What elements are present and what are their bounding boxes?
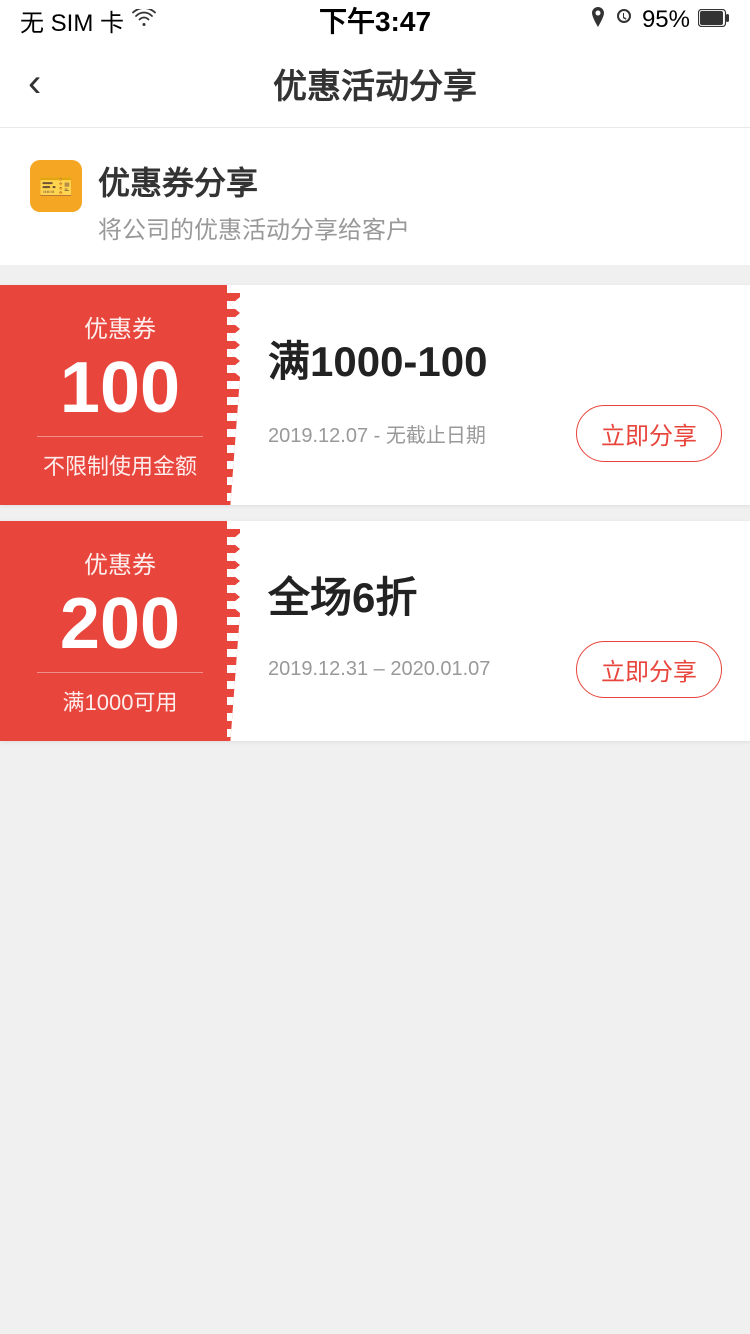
- coupon-amount-1: 100: [60, 352, 180, 424]
- coupon-divider-2: [37, 672, 203, 673]
- status-time: 下午3:47: [319, 0, 431, 40]
- nav-bar: ‹ 优惠活动分享: [0, 40, 750, 128]
- status-right: 95%: [590, 6, 730, 34]
- page-title: 优惠活动分享: [273, 59, 477, 108]
- section-icon: 🎫: [30, 160, 82, 212]
- coupon-name-2: 全场6折: [268, 564, 722, 625]
- section-title: 优惠券分享: [98, 158, 410, 204]
- coupon-amount-2: 200: [60, 588, 180, 660]
- share-button-2[interactable]: 立即分享: [576, 641, 722, 698]
- coupon-label-1: 优惠券: [84, 309, 156, 344]
- coupon-date-1: 2019.12.07 - 无截止日期: [268, 419, 564, 448]
- coupon-emoji-icon: 🎫: [39, 170, 74, 203]
- share-button-1[interactable]: 立即分享: [576, 405, 722, 462]
- battery-label: 95%: [642, 6, 690, 34]
- battery-icon: [698, 7, 730, 33]
- coupon-name-1: 满1000-100: [268, 328, 722, 389]
- wifi-icon: [132, 6, 156, 34]
- alarm-icon: [614, 7, 634, 33]
- coupon-left-1: 优惠券 100 不限制使用金额: [0, 285, 240, 505]
- coupon-bottom-row-1: 2019.12.07 - 无截止日期 立即分享: [268, 405, 722, 462]
- coupon-date-2: 2019.12.31 – 2020.01.07: [268, 658, 564, 681]
- coupon-left-2: 优惠券 200 满1000可用: [0, 521, 240, 741]
- carrier-label: 无 SIM 卡: [20, 3, 124, 38]
- coupon-right-2: 全场6折 2019.12.31 – 2020.01.07 立即分享: [240, 521, 750, 741]
- coupon-bottom-row-2: 2019.12.31 – 2020.01.07 立即分享: [268, 641, 722, 698]
- status-left: 无 SIM 卡: [20, 3, 156, 38]
- coupon-card-1: 优惠券 100 不限制使用金额 满1000-100 2019.12.07 - 无…: [0, 285, 750, 505]
- coupon-card-2: 优惠券 200 满1000可用 全场6折 2019.12.31 – 2020.0…: [0, 521, 750, 741]
- status-bar: 无 SIM 卡 下午3:47 95%: [0, 0, 750, 40]
- section-text-group: 优惠券分享 将公司的优惠活动分享给客户: [98, 158, 410, 245]
- section-subtitle: 将公司的优惠活动分享给客户: [98, 210, 410, 245]
- coupon-right-1: 满1000-100 2019.12.07 - 无截止日期 立即分享: [240, 285, 750, 505]
- coupon-label-2: 优惠券: [84, 545, 156, 580]
- coupon-condition-2: 满1000可用: [63, 685, 178, 717]
- section-header: 🎫 优惠券分享 将公司的优惠活动分享给客户: [0, 128, 750, 265]
- coupon-divider-1: [37, 436, 203, 437]
- coupon-condition-1: 不限制使用金额: [43, 449, 197, 481]
- coupon-list: 优惠券 100 不限制使用金额 满1000-100 2019.12.07 - 无…: [0, 265, 750, 777]
- location-icon: [590, 7, 606, 33]
- back-button[interactable]: ‹: [28, 61, 41, 106]
